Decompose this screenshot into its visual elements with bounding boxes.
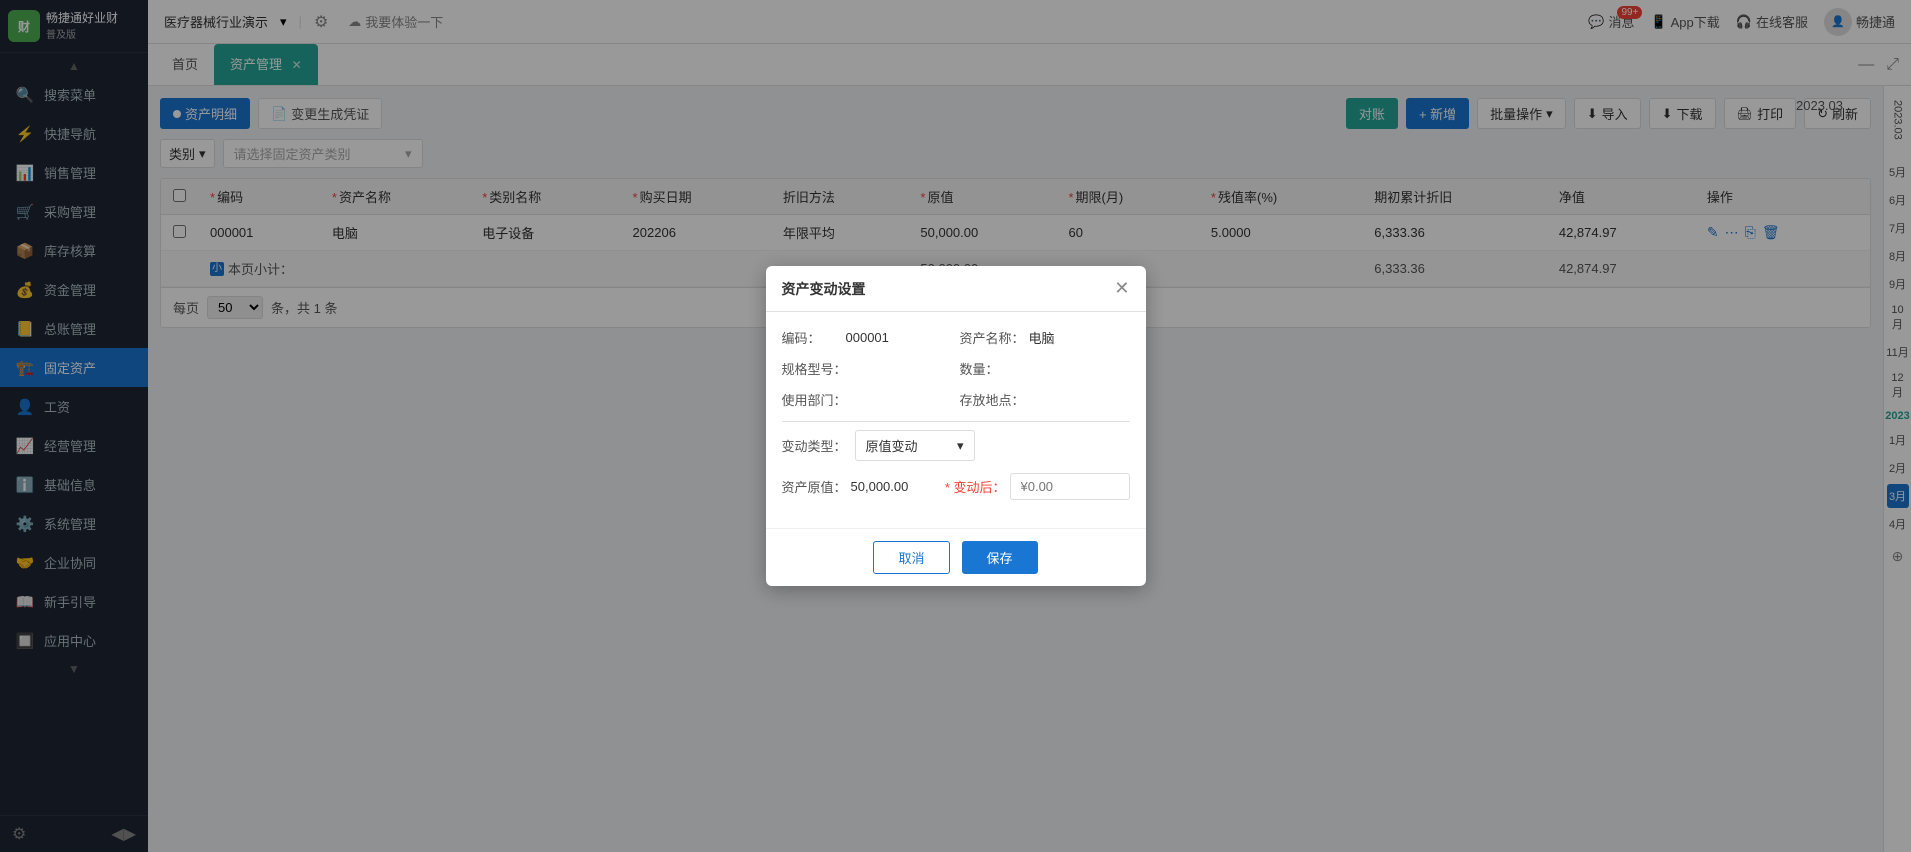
dialog-row-code-name: 编码： 000001 资产名称： 电脑 (782, 328, 1130, 347)
dialog-footer: 取消 保存 (766, 528, 1146, 586)
dialog-header: 资产变动设置 ✕ (766, 266, 1146, 312)
dialog-field-after-change: * 变动后： (945, 473, 1130, 500)
after-change-input[interactable] (1010, 473, 1130, 500)
dialog-overlay: 资产变动设置 ✕ 编码： 000001 资产名称： 电脑 规格型号： (0, 0, 1911, 852)
dialog-body: 编码： 000001 资产名称： 电脑 规格型号： 数量： (766, 312, 1146, 528)
save-button[interactable]: 保存 (962, 541, 1038, 574)
dialog-field-dept: 使用部门： (782, 390, 952, 409)
dialog-field-spec: 规格型号： (782, 359, 952, 378)
dialog-row-change-type: 变动类型： 原值变动 ▾ (782, 430, 1130, 461)
dialog-field-quantity: 数量： (960, 359, 1130, 378)
dialog-field-code: 编码： 000001 (782, 328, 952, 347)
dialog-row-spec-qty: 规格型号： 数量： (782, 359, 1130, 378)
dialog-field-name: 资产名称： 电脑 (960, 328, 1130, 347)
select-chevron-down-icon: ▾ (957, 438, 964, 454)
dialog-close-btn[interactable]: ✕ (1114, 278, 1129, 299)
dialog-row-values: 资产原值： 50,000.00 * 变动后： (782, 473, 1130, 500)
dialog-divider (782, 421, 1130, 422)
cancel-button[interactable]: 取消 (873, 541, 949, 574)
dialog-field-location: 存放地点： (960, 390, 1130, 409)
dialog-title: 资产变动设置 (782, 279, 866, 299)
dialog-row-dept-location: 使用部门： 存放地点： (782, 390, 1130, 409)
asset-change-dialog: 资产变动设置 ✕ 编码： 000001 资产名称： 电脑 规格型号： (766, 266, 1146, 586)
dialog-field-asset-value: 资产原值： 50,000.00 (782, 477, 937, 496)
change-type-select[interactable]: 原值变动 ▾ (855, 430, 975, 461)
